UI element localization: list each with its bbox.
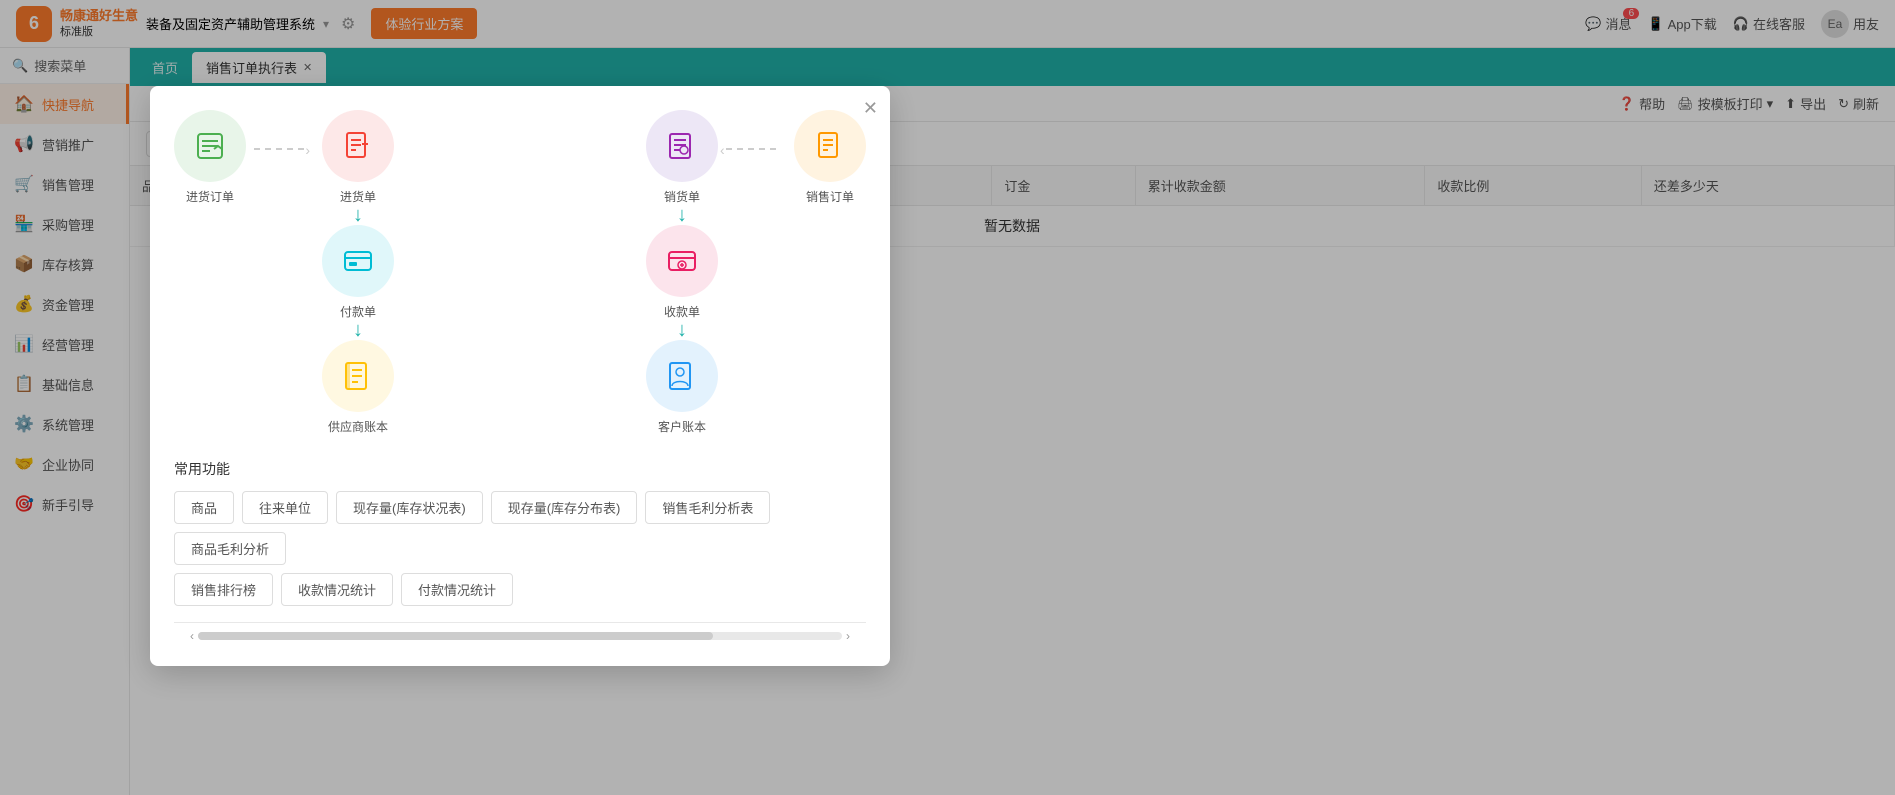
payment-icon (322, 225, 394, 297)
func-btn-product[interactable]: 商品 (174, 491, 234, 524)
popup: ✕ 进货订单 › (150, 86, 890, 666)
purchase-order-icon (174, 110, 246, 182)
customer-ledger-icon (646, 340, 718, 412)
func-btn-receipt-stats[interactable]: 收款情况统计 (281, 573, 393, 606)
func-buttons-row1: 商品 往来单位 现存量(库存状况表) 现存量(库存分布表) 销售毛利分析表 商品… (174, 491, 866, 565)
flow-diagram: 进货订单 › 进货单 (174, 110, 866, 451)
flow-item-receipt[interactable]: 收款单 (646, 225, 718, 320)
func-btn-stock-dist[interactable]: 现存量(库存分布表) (491, 491, 638, 524)
flow-item-purchase-order[interactable]: 进货订单 (174, 110, 246, 205)
supplier-ledger-icon (322, 340, 394, 412)
flow-item-sales-order[interactable]: 销售订单 (794, 110, 866, 205)
func-buttons-row2: 销售排行榜 收款情况统计 付款情况统计 (174, 573, 866, 606)
purchase-bill-icon (322, 110, 394, 182)
func-btn-product-profit[interactable]: 商品毛利分析 (174, 532, 286, 565)
scroll-area: ‹ › (174, 622, 866, 649)
func-btn-sales-profit[interactable]: 销售毛利分析表 (645, 491, 770, 524)
sales-order-icon (794, 110, 866, 182)
scroll-thumb (198, 632, 713, 640)
receipt-icon (646, 225, 718, 297)
flow-item-customer-ledger[interactable]: 客户账本 (646, 340, 718, 435)
popup-overlay[interactable]: ✕ 进货订单 › (0, 0, 1895, 795)
popup-close-button[interactable]: ✕ (863, 98, 878, 119)
scroll-right-button[interactable]: › (846, 629, 850, 643)
scroll-track[interactable] (198, 632, 842, 640)
func-btn-stock-status[interactable]: 现存量(库存状况表) (336, 491, 483, 524)
flow-item-payment[interactable]: 付款单 (322, 225, 394, 320)
flow-item-purchase-bill[interactable]: 进货单 (322, 110, 394, 205)
common-functions-title: 常用功能 (174, 459, 866, 479)
func-btn-counterpart[interactable]: 往来单位 (242, 491, 328, 524)
arrow-sales-order-to-bill: ‹ (726, 148, 786, 150)
sales-bill-icon (646, 110, 718, 182)
common-functions: 常用功能 商品 往来单位 现存量(库存状况表) 现存量(库存分布表) 销售毛利分… (174, 459, 866, 606)
flow-item-sales-bill[interactable]: 销货单 (646, 110, 718, 205)
flow-item-supplier-ledger[interactable]: 供应商账本 (322, 340, 394, 435)
func-btn-sales-rank[interactable]: 销售排行榜 (174, 573, 273, 606)
func-btn-payment-stats[interactable]: 付款情况统计 (401, 573, 513, 606)
arrow-purchase-to-stock: › (254, 148, 314, 150)
scroll-left-button[interactable]: ‹ (190, 629, 194, 643)
